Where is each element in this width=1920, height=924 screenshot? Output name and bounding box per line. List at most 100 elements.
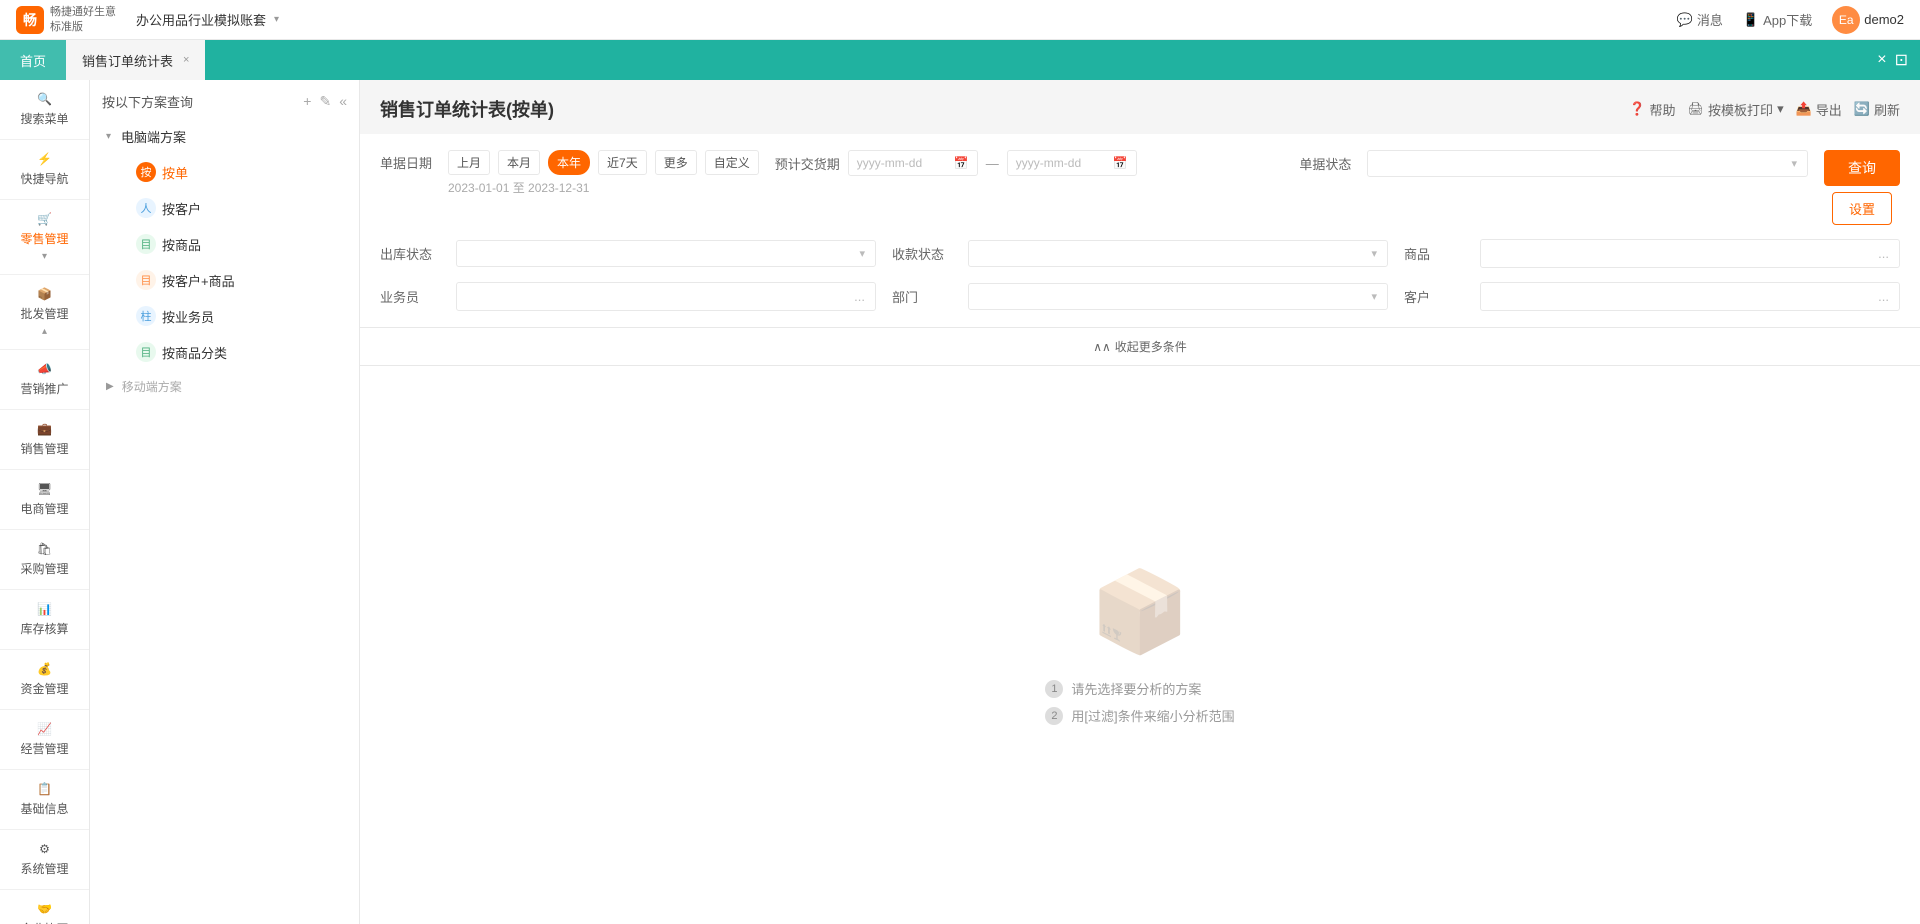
status-select[interactable]: ▾ [1367,150,1808,177]
scheme-item-by-goods[interactable]: 目 按商品 [120,226,359,262]
add-scheme-icon[interactable]: + [303,93,311,110]
search-icon: 🔍 [37,92,52,106]
topbar-left: 畅 畅捷通好生意 标准版 办公用品行业模拟账套 ▾ [16,5,279,34]
delivery-select[interactable]: ▾ [456,240,876,267]
sidebar-item-inventory[interactable]: 📊 库存核算 [0,590,89,650]
setting-button[interactable]: 设置 [1832,192,1892,225]
payment-arrow-icon: ▾ [1371,247,1377,260]
print-dropdown-icon: ▾ [1777,101,1784,117]
page-actions: ❓ 帮助 🖨 按模板打印 ▾ 📤 导出 🔄 刷新 [1629,100,1900,119]
expected-date-start-input[interactable]: yyyy-mm-dd 📅 [848,150,978,176]
nav-icon: ⚡ [37,152,52,166]
page-header: 销售订单统计表(按单) ❓ 帮助 🖨 按模板打印 ▾ 📤 导出 [360,80,1920,134]
payment-label: 收款状态 [892,244,952,263]
tab-close-icon[interactable]: × [183,54,189,66]
collapse-up-icon: ∧∧ [1093,340,1111,354]
collapse-button[interactable]: ∧∧ 收起更多条件 [1093,338,1187,355]
sidebar-item-marketing[interactable]: 📣 营销推广 [0,350,89,410]
date-btn-last-7-days[interactable]: 近7天 [598,150,647,175]
sidebar-item-sales[interactable]: 💼 销售管理 [0,410,89,470]
scheme-item-by-order[interactable]: 按 按单 [120,154,359,190]
goods-input[interactable]: ... [1480,239,1900,268]
tabbar-right: × ⊡ [1877,50,1920,70]
right-content: 销售订单统计表(按单) ❓ 帮助 🖨 按模板打印 ▾ 📤 导出 [360,80,1920,924]
sidebar-item-retail[interactable]: 🛒 零售管理 ▾ [0,200,89,275]
topbar-right: 💬 消息 📱 App下载 Ea demo2 [1677,6,1904,34]
sidebar-item-system[interactable]: ⚙ 系统管理 [0,830,89,890]
scheme-item-by-goods-category[interactable]: 目 按商品分类 [120,334,359,370]
sidebar-item-wholesale[interactable]: 📦 批发管理 ▴ [0,275,89,350]
sidebar-item-operations[interactable]: 📈 经营管理 [0,710,89,770]
sidebar-item-ecommerce[interactable]: 🖥 电商管理 [0,470,89,530]
date-btn-custom[interactable]: 自定义 [705,150,759,175]
logo-text: 畅捷通好生意 标准版 [50,5,116,34]
help-icon: ❓ [1629,101,1645,117]
help-button[interactable]: ❓ 帮助 [1629,100,1675,119]
payment-select[interactable]: ▾ [968,240,1388,267]
sidebar-item-basic-info[interactable]: 📋 基础信息 [0,770,89,830]
scheme-item-by-salesman[interactable]: 柱 按业务员 [120,298,359,334]
app-title: 办公用品行业模拟账套 [136,10,266,29]
sidebar-item-purchase[interactable]: 🛍 采购管理 [0,530,89,590]
date-buttons: 上月 本月 本年 近7天 更多 自定义 [448,150,759,175]
department-arrow-icon: ▾ [1371,290,1377,303]
content-area: 按以下方案查询 + ✎ « ▾ 电脑端方案 按 按单 人 按客户 [90,80,1920,924]
collapse-row: ∧∧ 收起更多条件 [360,328,1920,366]
date-btn-more[interactable]: 更多 [655,150,697,175]
scheme-by-salesman-icon: 柱 [136,306,156,326]
desktop-section-header[interactable]: ▾ 电脑端方案 [90,119,359,154]
logo-icon: 畅 [16,6,44,34]
date-btn-this-month[interactable]: 本月 [498,150,540,175]
retail-arrow-icon: ▾ [42,251,47,262]
message-button[interactable]: 💬 消息 [1677,10,1723,29]
sidebar-item-enterprise[interactable]: 🤝 企业协同 [0,890,89,924]
salesman-dots-icon[interactable]: ... [854,289,865,304]
sidebar-item-quick-nav[interactable]: ⚡ 快捷导航 [0,140,89,200]
scheme-item-by-customer-goods[interactable]: 目 按客户+商品 [120,262,359,298]
goods-input-dots-icon[interactable]: ... [1878,246,1889,261]
mobile-section-header[interactable]: ▶ 移动端方案 [90,370,359,403]
date-range-display: 2023-01-01 至 2023-12-31 [448,181,589,195]
basic-info-icon: 📋 [37,782,52,796]
window-close-icon[interactable]: × [1877,51,1886,69]
sidebar-item-search[interactable]: 🔍 搜索菜单 [0,80,89,140]
tree-children: 按 按单 人 按客户 目 按商品 目 按客户+商品 柱 按业务员 [90,154,359,370]
sidebar-item-finance[interactable]: 💰 资金管理 [0,650,89,710]
export-button[interactable]: 📤 导出 [1796,100,1842,119]
filter-area: 单据日期 上月 本月 本年 近7天 更多 自定义 2023-01-0 [360,134,1920,328]
scheme-by-customer-goods-icon: 目 [136,270,156,290]
date-label: 单据日期 [380,153,440,172]
calendar-start-icon[interactable]: 📅 [954,156,969,170]
date-btn-last-month[interactable]: 上月 [448,150,490,175]
app-download-button[interactable]: 📱 App下载 [1743,10,1812,29]
department-select[interactable]: ▾ [968,283,1388,310]
user-area[interactable]: Ea demo2 [1832,6,1904,34]
salesman-input[interactable]: ... [456,282,876,311]
date-btn-this-year[interactable]: 本年 [548,150,590,175]
tab-sales-stats[interactable]: 销售订单统计表 × [66,40,205,80]
export-icon: 📤 [1796,101,1812,117]
tabbar: 首页 销售订单统计表 × × ⊡ [0,40,1920,80]
search-button[interactable]: 查询 [1824,150,1900,186]
print-icon: 🖨 [1688,101,1705,117]
marketing-icon: 📣 [37,362,52,376]
avatar: Ea [1832,6,1860,34]
calendar-end-icon[interactable]: 📅 [1113,156,1128,170]
scheme-item-by-customer[interactable]: 人 按客户 [120,190,359,226]
app-title-dropdown-icon[interactable]: ▾ [274,14,279,25]
status-select-arrow-icon: ▾ [1791,157,1797,170]
print-button[interactable]: 🖨 按模板打印 ▾ [1688,100,1784,119]
refresh-button[interactable]: 🔄 刷新 [1854,100,1900,119]
customer-dots-icon[interactable]: ... [1878,289,1889,304]
edit-scheme-icon[interactable]: ✎ [319,93,331,110]
empty-tips: 1 请先选择要分析的方案 2 用[过滤]条件来缩小分析范围 [1045,679,1234,725]
tree-expand-icon: ▾ [106,131,111,142]
expected-date-end-input[interactable]: yyyy-mm-dd 📅 [1007,150,1137,176]
window-maximize-icon[interactable]: ⊡ [1895,50,1908,70]
collapse-panel-icon[interactable]: « [339,93,347,110]
expected-date-label: 预计交货期 [775,154,840,173]
date-separator: — [986,156,999,171]
customer-input[interactable]: ... [1480,282,1900,311]
empty-state: 📦 1 请先选择要分析的方案 2 用[过滤]条件来缩小分析范围 [360,366,1920,924]
tab-home[interactable]: 首页 [0,40,66,80]
